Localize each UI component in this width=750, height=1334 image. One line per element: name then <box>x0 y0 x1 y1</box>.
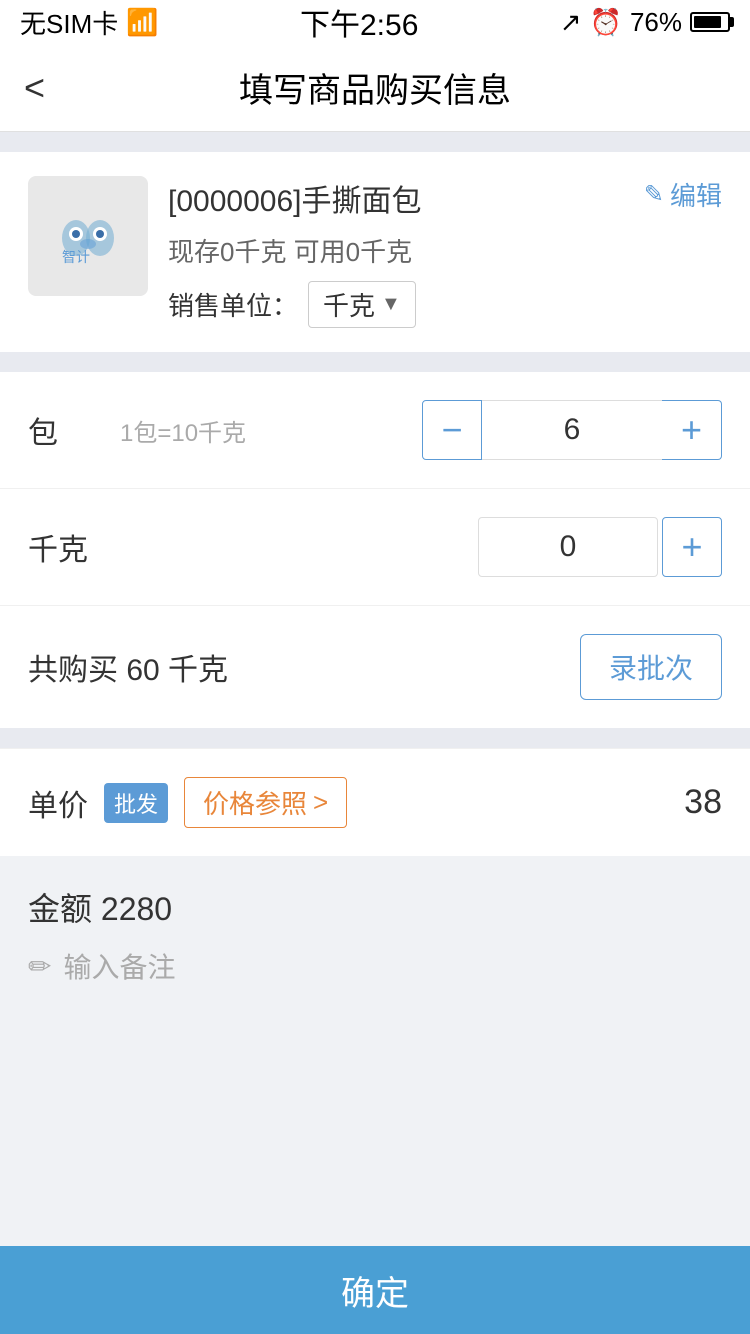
battery-icon <box>690 12 730 32</box>
product-stock: 现存0千克 可用0千克 <box>168 232 722 269</box>
section-divider-2 <box>0 352 750 372</box>
product-name: [0000006]手撕面包 <box>168 176 722 220</box>
product-image: 智计 <box>28 176 148 296</box>
section-divider-1 <box>0 132 750 152</box>
bao-quantity-input[interactable] <box>482 400 662 460</box>
edit-label: 编辑 <box>670 176 722 213</box>
product-owl-icon: 智计 <box>48 206 128 266</box>
amount-section: 金额 2280 ✏ 输入备注 <box>0 856 750 1006</box>
location-icon: ↗ <box>560 7 582 38</box>
carrier-text: 无SIM卡 <box>20 4 118 41</box>
price-value: 38 <box>684 783 722 822</box>
section-divider-3 <box>0 728 750 748</box>
unit-value: 千克 <box>323 286 375 323</box>
kg-quantity-input[interactable] <box>478 517 658 577</box>
price-ref-label: 价格参照 <box>203 784 307 821</box>
wifi-icon: 📶 <box>126 7 158 38</box>
bao-quantity-control: − + <box>422 400 722 460</box>
price-ref-button[interactable]: 价格参照 > <box>184 777 347 828</box>
edit-button[interactable]: ✎ 编辑 <box>644 176 722 213</box>
back-button[interactable]: < <box>24 67 45 109</box>
status-bar: 无SIM卡 📶 下午2:56 ↗ ⏰ 76% <box>0 0 750 44</box>
nav-bar: < 填写商品购买信息 <box>0 44 750 132</box>
total-label: 共购买 60 千克 <box>28 645 228 689</box>
alarm-icon: ⏰ <box>590 7 622 38</box>
remark-placeholder: 输入备注 <box>63 946 175 986</box>
pencil-icon: ✏ <box>28 950 51 983</box>
kg-plus-button[interactable]: + <box>662 517 722 577</box>
price-ref-arrow-icon: > <box>313 787 328 818</box>
unit-label: 销售单位： <box>168 286 298 323</box>
kg-row: 千克 + <box>0 489 750 606</box>
status-time: 下午2:56 <box>300 0 418 44</box>
status-left: 无SIM卡 📶 <box>20 4 159 41</box>
dropdown-arrow-icon: ▼ <box>381 293 401 316</box>
batch-button[interactable]: 录批次 <box>580 634 722 700</box>
bao-row: 包 1包=10千克 − + <box>0 372 750 489</box>
product-card: 智计 [0000006]手撕面包 现存0千克 可用0千克 销售单位： 千克 ▼ … <box>0 152 750 352</box>
bao-minus-button[interactable]: − <box>422 400 482 460</box>
form-section: 包 1包=10千克 − + 千克 + <box>0 372 750 606</box>
price-section: 单价 批发 价格参照 > 38 <box>0 748 750 856</box>
price-label: 单价 <box>28 781 88 825</box>
amount-number: 2280 <box>101 891 172 927</box>
page-title: 填写商品购买信息 <box>239 63 511 112</box>
bao-hint: 1包=10千克 <box>120 413 422 448</box>
kg-label: 千克 <box>28 525 108 569</box>
status-right: ↗ ⏰ 76% <box>560 7 730 38</box>
confirm-button[interactable]: 确定 <box>0 1246 750 1334</box>
remark-row[interactable]: ✏ 输入备注 <box>28 946 722 986</box>
battery-percent: 76% <box>630 7 682 38</box>
bao-plus-button[interactable]: + <box>662 400 722 460</box>
bao-label: 包 <box>28 408 108 452</box>
kg-quantity-control: + <box>478 517 722 577</box>
product-unit-row: 销售单位： 千克 ▼ <box>168 281 722 328</box>
total-row: 共购买 60 千克 录批次 <box>0 606 750 728</box>
amount-row: 金额 2280 <box>28 884 722 930</box>
svg-text:智计: 智计 <box>62 249 90 265</box>
edit-icon: ✎ <box>644 180 664 209</box>
amount-label: 金额 <box>28 891 92 927</box>
batch-price-tag: 批发 <box>104 783 168 823</box>
product-info: [0000006]手撕面包 现存0千克 可用0千克 销售单位： 千克 ▼ <box>168 176 722 328</box>
unit-selector[interactable]: 千克 ▼ <box>308 281 416 328</box>
